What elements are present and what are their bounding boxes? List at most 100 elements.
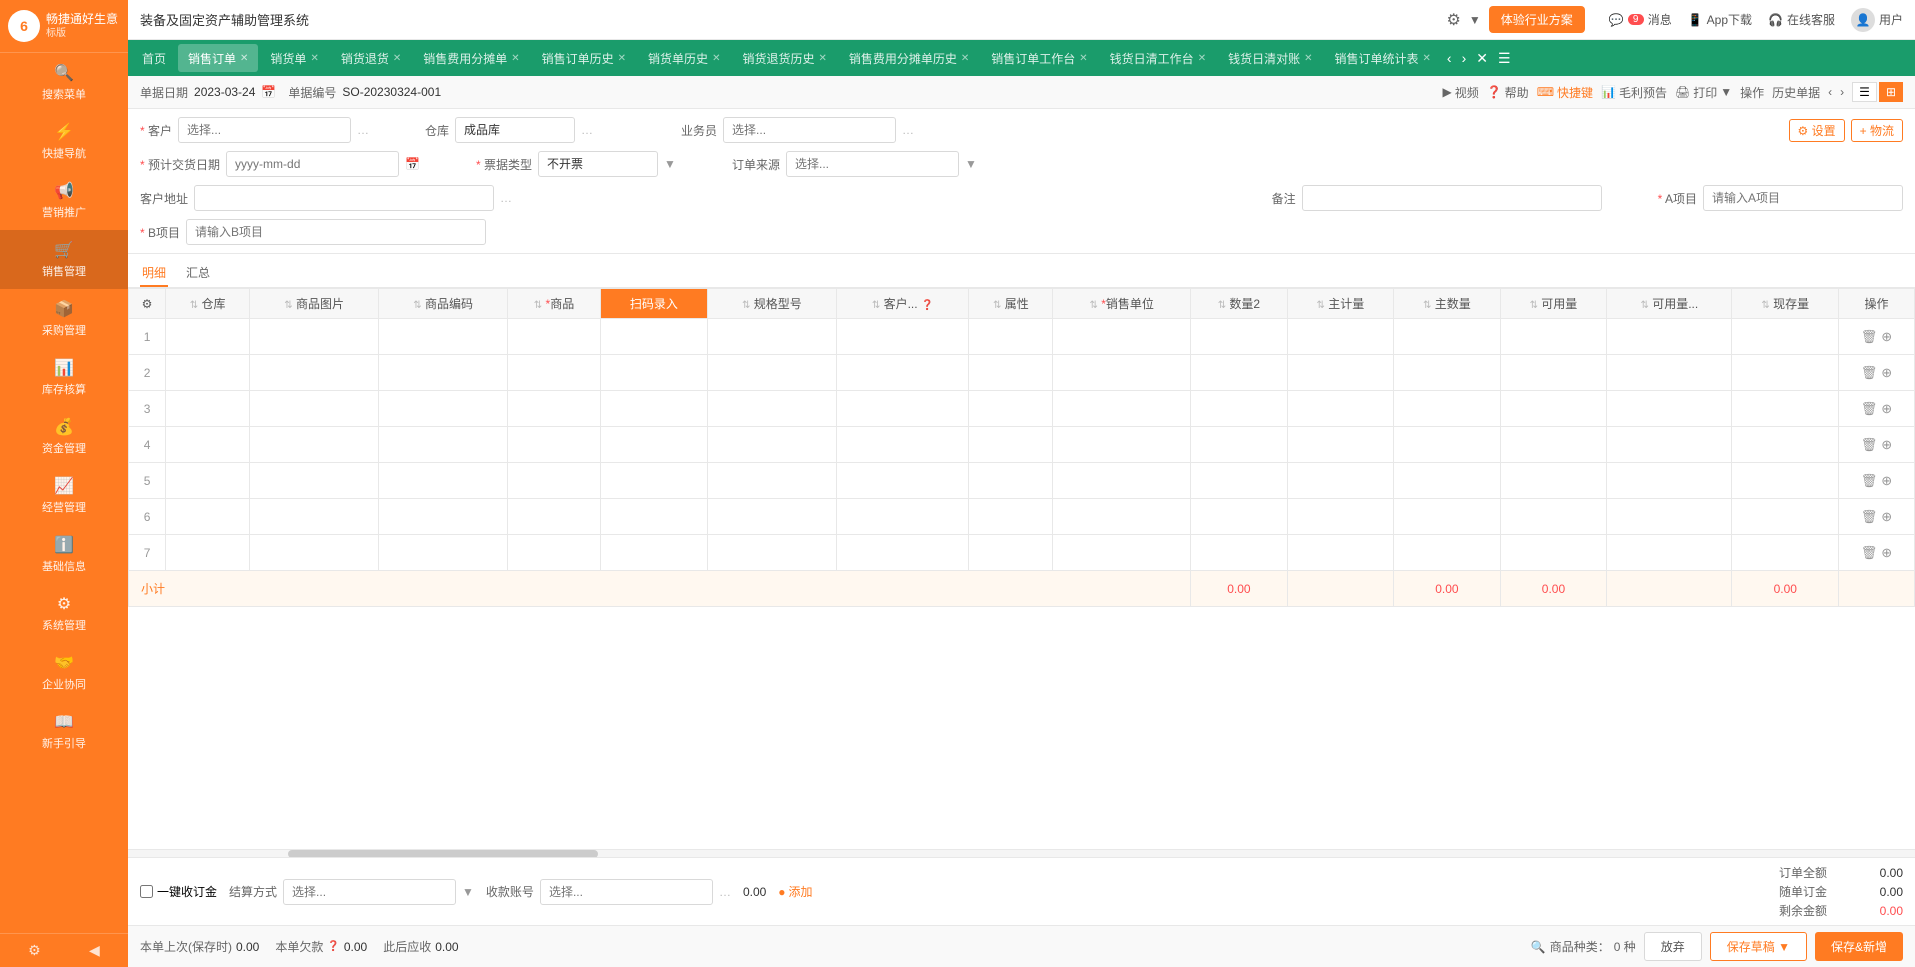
tab-invoice-history[interactable]: 销货单历史 ✕	[638, 44, 730, 72]
order-source-dropdown-icon[interactable]: ▼	[965, 157, 977, 171]
copy-icon[interactable]: ⊕	[1881, 509, 1892, 525]
sidebar-settings-btn[interactable]: ⚙	[28, 942, 41, 959]
row-main-unit-1[interactable]	[1287, 319, 1394, 355]
tab-close-icon[interactable]: ✕	[511, 53, 519, 64]
col-unit[interactable]: ⇅ *销售单位	[1053, 289, 1191, 319]
view-btn[interactable]: ▶ 视频	[1442, 84, 1478, 101]
delivery-date-input[interactable]	[226, 151, 399, 177]
salesperson-more-icon[interactable]: …	[902, 123, 914, 137]
sidebar-item-cooperation[interactable]: 🤝 企业协同	[0, 643, 128, 702]
nav-next-btn[interactable]: ›	[1840, 85, 1844, 99]
delete-icon[interactable]: 🗑	[1861, 509, 1878, 525]
col-attribute[interactable]: ⇅ 属性	[969, 289, 1053, 319]
tab-sales-expense[interactable]: 销售费用分摊单 ✕	[413, 44, 529, 72]
delete-icon[interactable]: 🗑	[1861, 329, 1878, 345]
tab-close-icon[interactable]: ✕	[1304, 53, 1312, 64]
row-code-1[interactable]	[379, 319, 508, 355]
address-input[interactable]	[194, 185, 494, 211]
tab-sales-invoice[interactable]: 销货单 ✕	[260, 44, 328, 72]
sub-tab-summary[interactable]: 汇总	[184, 260, 212, 287]
tab-reconcile[interactable]: 钱货日清对账 ✕	[1218, 44, 1322, 72]
history-btn[interactable]: 历史单据	[1772, 84, 1820, 101]
form-view-btn[interactable]: ⊞	[1879, 82, 1903, 102]
tab-close-icon[interactable]: ✕	[310, 53, 318, 64]
row-current-stock-1[interactable]	[1732, 319, 1839, 355]
row-scan-1[interactable]	[600, 319, 707, 355]
operate-btn[interactable]: 操作	[1740, 84, 1764, 101]
copy-icon[interactable]: ⊕	[1881, 437, 1892, 453]
row-available1-1[interactable]	[1500, 319, 1607, 355]
tab-daily-clear[interactable]: 钱货日清工作台 ✕	[1100, 44, 1216, 72]
row-product-1[interactable]	[508, 319, 601, 355]
settings-gear-icon[interactable]: ⚙	[1446, 10, 1460, 30]
tab-menu-btn[interactable]: ☰	[1494, 50, 1515, 67]
row-unit-1[interactable]	[1053, 319, 1191, 355]
tab-next-btn[interactable]: ›	[1458, 50, 1471, 66]
warehouse-value[interactable]: 成品库	[455, 117, 575, 143]
sidebar-item-search[interactable]: 🔍 搜索菜单	[0, 53, 128, 112]
quick-order-checkbox[interactable]: 一键收订金	[140, 883, 217, 900]
tab-expense-history[interactable]: 销售费用分摊单历史 ✕	[839, 44, 979, 72]
row-image-1[interactable]	[250, 319, 379, 355]
copy-icon[interactable]: ⊕	[1881, 401, 1892, 417]
copy-icon[interactable]: ⊕	[1881, 329, 1892, 345]
sidebar-item-sales[interactable]: 🛒 销售管理	[0, 230, 128, 289]
col-warehouse[interactable]: ⇅ 仓库	[166, 289, 250, 319]
row-qty2-1[interactable]	[1191, 319, 1288, 355]
delete-icon[interactable]: 🗑	[1861, 365, 1878, 381]
a-project-input[interactable]	[1703, 185, 1903, 211]
tab-close-icon[interactable]: ✕	[1079, 53, 1087, 64]
tab-home[interactable]: 首页	[132, 44, 176, 72]
sidebar-item-purchase[interactable]: 📦 采购管理	[0, 289, 128, 348]
col-image[interactable]: ⇅ 商品图片	[250, 289, 379, 319]
copy-icon[interactable]: ⊕	[1881, 473, 1892, 489]
warehouse-more-icon[interactable]: …	[581, 123, 593, 137]
discard-button[interactable]: 放弃	[1644, 932, 1702, 961]
row-spec-1[interactable]	[707, 319, 836, 355]
row-available2-1[interactable]	[1607, 319, 1732, 355]
sidebar-item-inventory[interactable]: 📊 库存核算	[0, 348, 128, 407]
settings-button[interactable]: ⚙ 设置	[1789, 119, 1845, 142]
payment-method-input[interactable]	[283, 879, 456, 905]
receipt-account-input[interactable]	[540, 879, 713, 905]
tab-close-icon[interactable]: ✕	[1423, 53, 1431, 64]
tab-close-icon[interactable]: ✕	[818, 53, 826, 64]
sidebar-item-guide[interactable]: 📖 新手引导	[0, 702, 128, 761]
delete-icon[interactable]: 🗑	[1861, 437, 1878, 453]
tab-workbench[interactable]: 销售订单工作台 ✕	[981, 44, 1097, 72]
col-code[interactable]: ⇅ 商品编码	[379, 289, 508, 319]
receipt-more-icon[interactable]: …	[719, 885, 731, 899]
tab-statistics[interactable]: 销售订单统计表 ✕	[1324, 44, 1440, 72]
tab-close-icon[interactable]: ✕	[240, 53, 248, 64]
col-product[interactable]: ⇅ *商品	[508, 289, 601, 319]
quick-order-check[interactable]	[140, 885, 153, 898]
help-btn[interactable]: ❓ 帮助	[1487, 84, 1529, 101]
delete-icon[interactable]: 🗑	[1861, 545, 1878, 561]
sub-tab-detail[interactable]: 明细	[140, 260, 168, 287]
list-view-btn[interactable]: ☰	[1852, 82, 1877, 102]
dropdown-arrow-icon[interactable]: ▼	[1469, 13, 1481, 27]
calendar-icon2[interactable]: 📅	[405, 157, 420, 171]
shortcut-btn[interactable]: ⌨ 快捷键	[1537, 84, 1593, 101]
sidebar-item-system[interactable]: ⚙ 系统管理	[0, 584, 128, 643]
tab-close-icon[interactable]: ✕	[618, 53, 626, 64]
customer-input[interactable]	[178, 117, 351, 143]
col-gear[interactable]: ⚙	[129, 289, 166, 319]
row-main-qty-1[interactable]	[1394, 319, 1501, 355]
col-available2[interactable]: ⇅ 可用量...	[1607, 289, 1732, 319]
tab-close-icon[interactable]: ✕	[393, 53, 401, 64]
delete-icon[interactable]: 🗑	[1861, 473, 1878, 489]
col-main-qty[interactable]: ⇅ 主数量	[1394, 289, 1501, 319]
solution-button[interactable]: 体验行业方案	[1489, 6, 1585, 33]
col-qty2[interactable]: ⇅ 数量2	[1191, 289, 1288, 319]
b-project-input[interactable]	[186, 219, 486, 245]
tab-sales-return[interactable]: 销货退货 ✕	[331, 44, 411, 72]
sidebar-item-finance[interactable]: 💰 资金管理	[0, 407, 128, 466]
tab-close-icon[interactable]: ✕	[961, 53, 969, 64]
remark-input[interactable]	[1302, 185, 1602, 211]
tab-close-icon[interactable]: ✕	[1198, 53, 1206, 64]
app-download-btn[interactable]: 📱 App下载	[1688, 11, 1752, 28]
col-scan[interactable]: 扫码录入	[600, 289, 707, 319]
payment-dropdown-icon[interactable]: ▼	[462, 885, 474, 899]
col-spec[interactable]: ⇅ 规格型号	[707, 289, 836, 319]
